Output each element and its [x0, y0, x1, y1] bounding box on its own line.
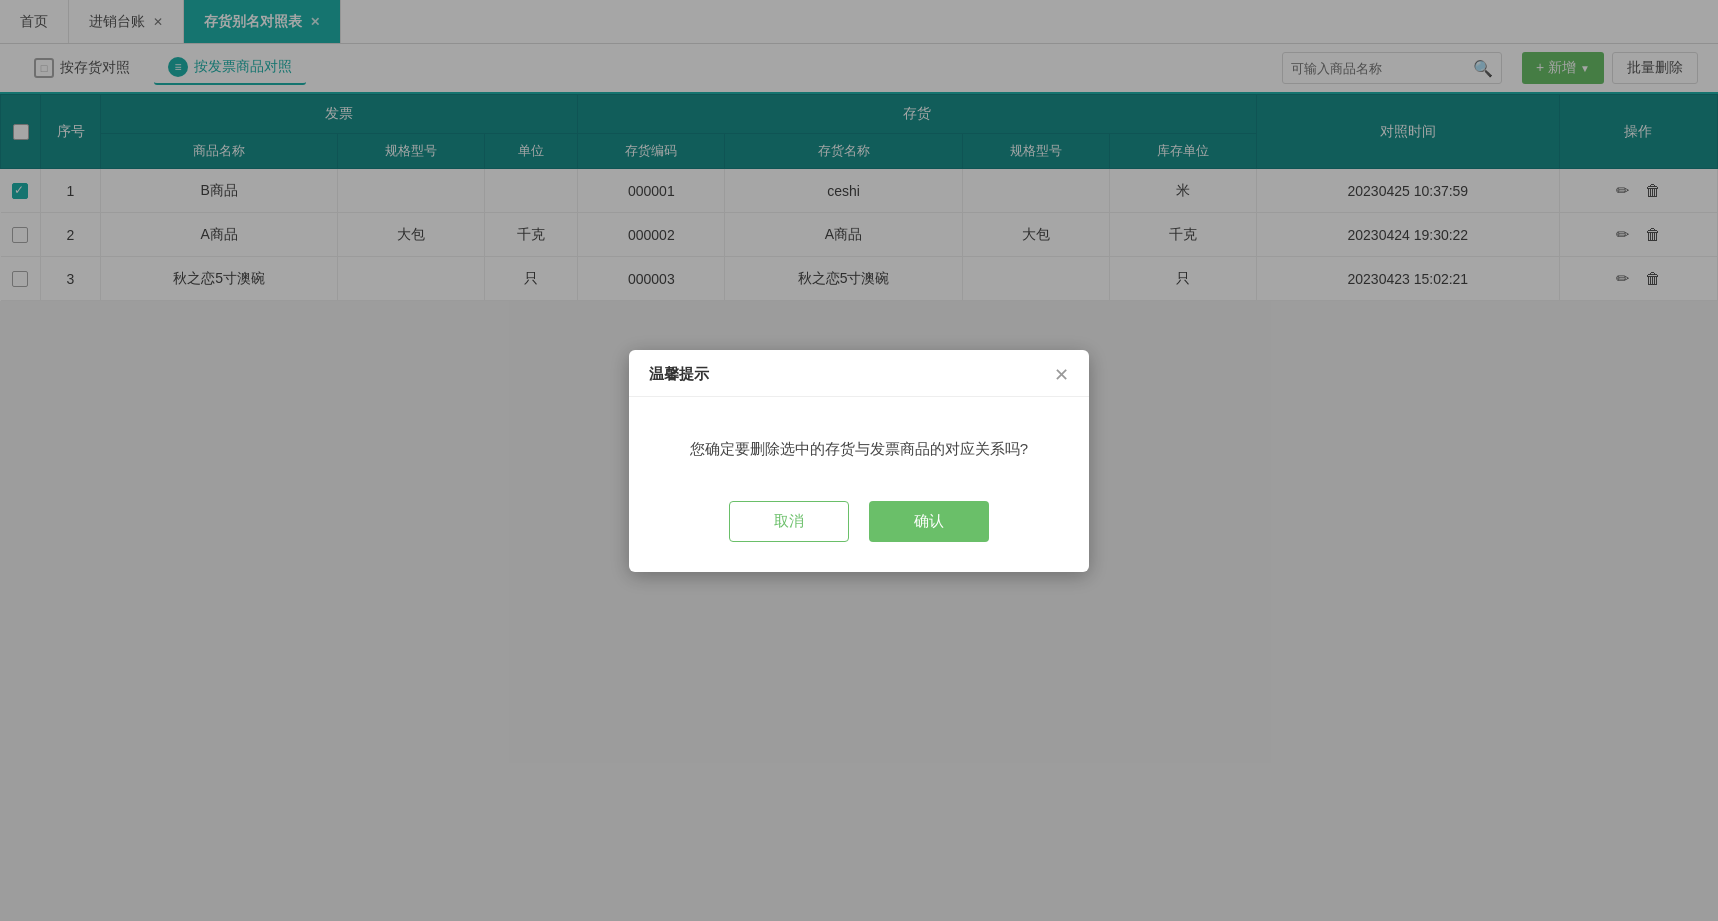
modal-overlay: 温馨提示 ✕ 您确定要删除选中的存货与发票商品的对应关系吗? 取消 确认 [0, 0, 1718, 301]
